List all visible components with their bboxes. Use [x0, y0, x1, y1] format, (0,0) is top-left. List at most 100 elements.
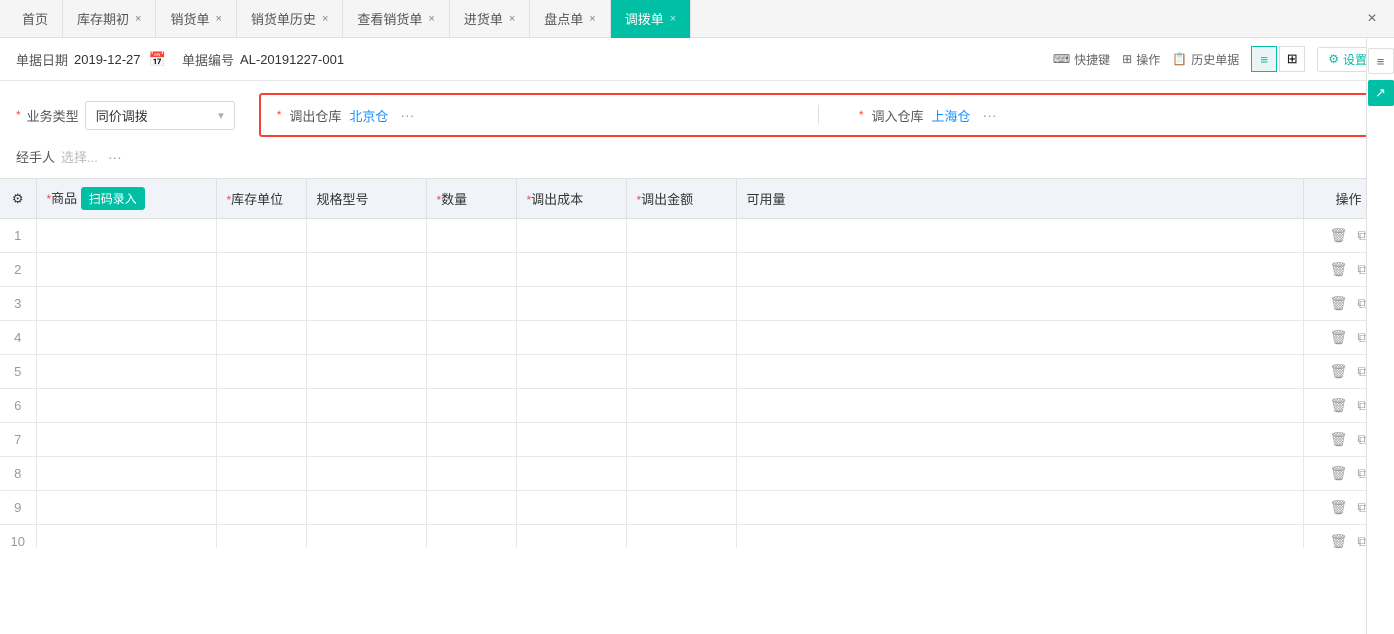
row-cost-1: [516, 219, 626, 253]
person-select[interactable]: 选择...: [61, 147, 98, 166]
calendar-icon[interactable]: 📅: [149, 51, 166, 68]
transfer-in-value: 上海仓: [932, 106, 971, 125]
row-cost-9: [516, 491, 626, 525]
table-row: 5 🗑 ⧉: [0, 355, 1394, 389]
row-product-2[interactable]: [36, 253, 216, 287]
tab-sales-order[interactable]: 销货单 ×: [156, 0, 236, 38]
row-delete-btn-1[interactable]: 🗑: [1328, 225, 1350, 246]
row-product-1[interactable]: [36, 219, 216, 253]
tab-purchase[interactable]: 进货单 ×: [450, 0, 530, 38]
row-cost-5: [516, 355, 626, 389]
row-cost-2: [516, 253, 626, 287]
row-delete-btn-2[interactable]: 🗑: [1328, 259, 1350, 280]
shortcut-label: 快捷键: [1074, 51, 1110, 68]
row-delete-btn-6[interactable]: 🗑: [1328, 395, 1350, 416]
operation-button[interactable]: ⊞ 操作: [1122, 51, 1160, 68]
tab-transfer-close[interactable]: ×: [670, 13, 676, 25]
tab-inventory-check-label: 盘点单: [544, 9, 583, 28]
tab-inventory-check-close[interactable]: ×: [589, 13, 595, 25]
row-amount-3: [626, 287, 736, 321]
settings-label: 设置: [1343, 51, 1367, 68]
shortcut-button[interactable]: ⌨ 快捷键: [1053, 51, 1110, 68]
tab-sales-history-label: 销货单历史: [251, 9, 316, 28]
toolbar-right: ⌨ 快捷键 ⊞ 操作 📋 历史单据 ≡ ⊞ ⚙ 设置: [1053, 46, 1378, 72]
row-num-7: 7: [0, 423, 36, 457]
tab-inventory-check[interactable]: 盘点单 ×: [530, 0, 610, 38]
tab-sales-order-close[interactable]: ×: [215, 13, 221, 25]
person-more[interactable]: ···: [104, 149, 126, 165]
history-button[interactable]: 📋 历史单据: [1172, 51, 1239, 68]
tab-home[interactable]: 首页: [8, 0, 63, 38]
row-amount-2: [626, 253, 736, 287]
transfer-out-more[interactable]: ···: [396, 107, 418, 123]
row-amount-7: [626, 423, 736, 457]
table-wrap: ⚙ *商品 扫码录入 *库存单位 规格型号 *数量 *调出成本 *调出金额: [0, 178, 1394, 548]
row-delete-btn-8[interactable]: 🗑: [1328, 463, 1350, 484]
row-product-4[interactable]: [36, 321, 216, 355]
row-spec-10: [306, 525, 426, 549]
field-divider: [818, 105, 819, 125]
row-delete-btn-4[interactable]: 🗑: [1328, 327, 1350, 348]
row-qty-3: [426, 287, 516, 321]
transfer-in-more[interactable]: ···: [979, 107, 1001, 123]
row-product-3[interactable]: [36, 287, 216, 321]
tab-view-sales-label: 查看销货单: [357, 9, 422, 28]
row-unit-2: [216, 253, 306, 287]
row-delete-btn-5[interactable]: 🗑: [1328, 361, 1350, 382]
row-product-10[interactable]: [36, 525, 216, 549]
gear-icon[interactable]: ⚙: [12, 191, 24, 206]
row-unit-7: [216, 423, 306, 457]
row-product-8[interactable]: [36, 457, 216, 491]
row-product-6[interactable]: [36, 389, 216, 423]
operation-icon: ⊞: [1122, 52, 1132, 66]
scan-button[interactable]: 扫码录入: [81, 187, 145, 210]
row-product-7[interactable]: [36, 423, 216, 457]
row-cost-10: [516, 525, 626, 549]
row-delete-btn-10[interactable]: 🗑: [1328, 531, 1350, 548]
row-product-5[interactable]: [36, 355, 216, 389]
row-delete-btn-9[interactable]: 🗑: [1328, 497, 1350, 518]
row-unit-1: [216, 219, 306, 253]
transfer-out-label: 调出仓库: [289, 106, 341, 125]
form-area: * 业务类型 同价调拨 ▾ * 调出仓库 北京仓 ··· * 调入仓库 上海仓 …: [0, 81, 1394, 178]
right-panel-expand-btn[interactable]: ↗: [1368, 80, 1394, 106]
business-type-arrow: ▾: [218, 109, 224, 122]
tab-sales-order-label: 销货单: [170, 9, 209, 28]
row-amount-8: [626, 457, 736, 491]
close-all-button[interactable]: ×: [1358, 5, 1386, 33]
col-qty: *数量: [426, 179, 516, 219]
row-spec-7: [306, 423, 426, 457]
row-cost-3: [516, 287, 626, 321]
row-unit-10: [216, 525, 306, 549]
tab-transfer[interactable]: 调拨单 ×: [611, 0, 691, 38]
view-list-button[interactable]: ≡: [1251, 46, 1277, 72]
row-unit-4: [216, 321, 306, 355]
row-product-9[interactable]: [36, 491, 216, 525]
right-panel-list-btn[interactable]: ≡: [1368, 48, 1394, 74]
row-unit-5: [216, 355, 306, 389]
tab-sales-history[interactable]: 销货单历史 ×: [237, 0, 343, 38]
col-unit: *库存单位: [216, 179, 306, 219]
row-num-9: 9: [0, 491, 36, 525]
row-qty-2: [426, 253, 516, 287]
tab-inventory-init-close[interactable]: ×: [135, 13, 141, 25]
tab-purchase-close[interactable]: ×: [509, 13, 515, 25]
row-delete-btn-7[interactable]: 🗑: [1328, 429, 1350, 450]
tab-view-sales-close[interactable]: ×: [428, 13, 434, 25]
view-grid-button[interactable]: ⊞: [1279, 46, 1305, 72]
table-row: 7 🗑 ⧉: [0, 423, 1394, 457]
row-delete-btn-3[interactable]: 🗑: [1328, 293, 1350, 314]
row-amount-9: [626, 491, 736, 525]
business-type-select[interactable]: 同价调拨 ▾: [85, 101, 235, 130]
tab-sales-history-close[interactable]: ×: [322, 13, 328, 25]
transfer-in-star: *: [859, 108, 864, 122]
tab-view-sales[interactable]: 查看销货单 ×: [343, 0, 449, 38]
transfer-out-field: * 调出仓库 北京仓 ···: [277, 106, 778, 125]
tab-inventory-init[interactable]: 库存期初 ×: [63, 0, 156, 38]
row-spec-8: [306, 457, 426, 491]
row-qty-9: [426, 491, 516, 525]
history-icon: 📋: [1172, 52, 1187, 66]
col-product: *商品 扫码录入: [36, 179, 216, 219]
main-table: ⚙ *商品 扫码录入 *库存单位 规格型号 *数量 *调出成本 *调出金额: [0, 179, 1394, 548]
row-avail-10: [736, 525, 1304, 549]
